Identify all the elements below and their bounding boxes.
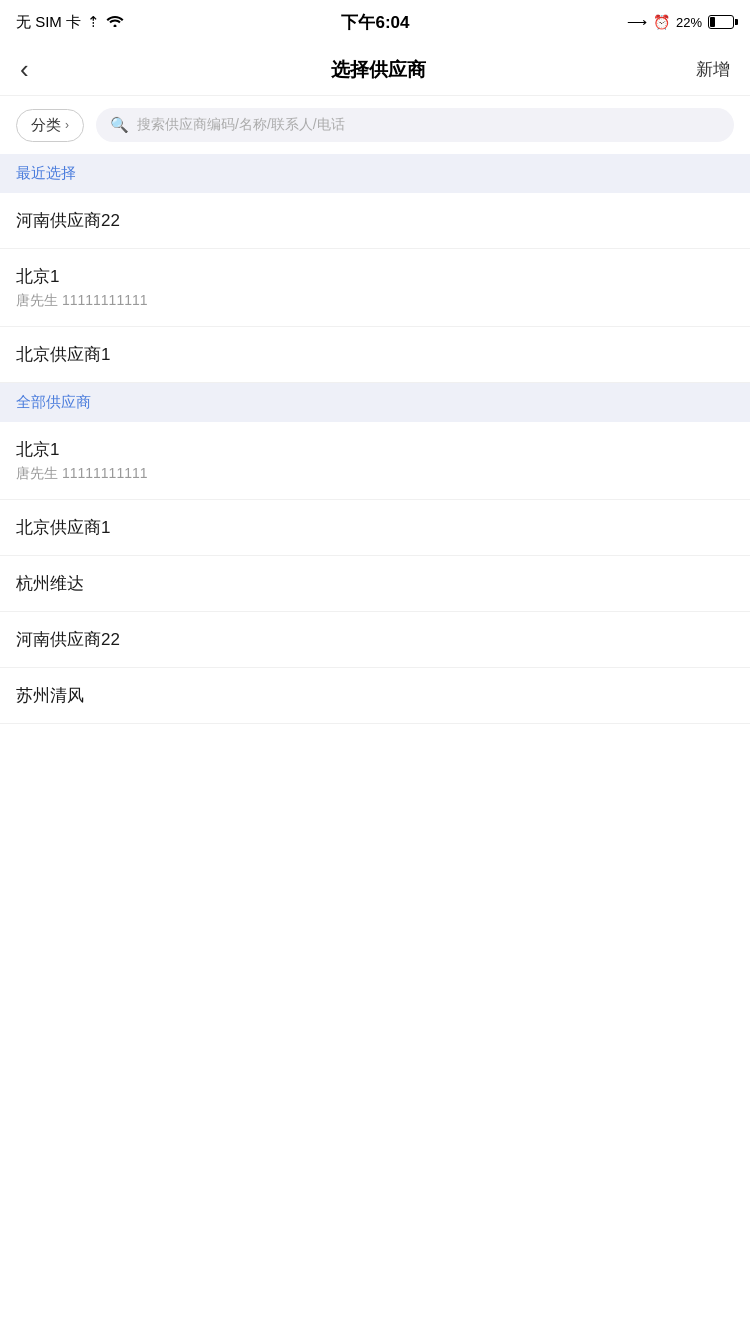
supplier-name: 北京供应商1 <box>16 343 734 366</box>
search-icon: 🔍 <box>110 116 129 134</box>
supplier-name: 河南供应商22 <box>16 628 734 651</box>
category-label: 分类 <box>31 116 61 135</box>
wifi-signal <box>106 13 124 31</box>
supplier-contact: 唐先生 11111111111 <box>16 465 734 483</box>
sim-label: 无 SIM 卡 <box>16 13 81 32</box>
svg-point-0 <box>114 25 117 28</box>
section-label-all: 全部供应商 <box>16 393 91 410</box>
back-button[interactable]: ‹ <box>20 54 60 85</box>
search-box[interactable]: 🔍 搜索供应商编码/名称/联系人/电话 <box>96 108 734 142</box>
search-placeholder: 搜索供应商编码/名称/联系人/电话 <box>137 116 345 134</box>
alarm-icon: ⏰ <box>653 14 670 30</box>
status-time: 下午6:04 <box>341 11 409 34</box>
list-item[interactable]: 北京供应商1 <box>0 500 750 556</box>
location-icon: ⟶ <box>627 14 647 30</box>
list-item[interactable]: 河南供应商22 <box>0 612 750 668</box>
status-left: 无 SIM 卡 ⇡ <box>16 13 124 32</box>
list-item[interactable]: 北京供应商1 <box>0 327 750 383</box>
list-item[interactable]: 北京1 唐先生 11111111111 <box>0 422 750 500</box>
section-label-recent: 最近选择 <box>16 164 76 181</box>
wifi-icon: ⇡ <box>87 13 100 31</box>
supplier-name: 北京1 <box>16 265 734 288</box>
chevron-right-icon: › <box>65 118 69 132</box>
nav-bar: ‹ 选择供应商 新增 <box>0 44 750 96</box>
filter-bar: 分类 › 🔍 搜索供应商编码/名称/联系人/电话 <box>0 96 750 154</box>
battery-percent: 22% <box>676 15 702 30</box>
add-button[interactable]: 新增 <box>696 58 730 81</box>
list-item[interactable]: 北京1 唐先生 11111111111 <box>0 249 750 327</box>
section-header-recent: 最近选择 <box>0 154 750 193</box>
list-item[interactable]: 苏州清风 <box>0 668 750 724</box>
supplier-name: 杭州维达 <box>16 572 734 595</box>
section-header-all: 全部供应商 <box>0 383 750 422</box>
list-item[interactable]: 河南供应商22 <box>0 193 750 249</box>
content-area: 最近选择河南供应商22 北京1 唐先生 11111111111 北京供应商1 全部供应商… <box>0 154 750 724</box>
status-right: ⟶ ⏰ 22% <box>627 14 734 30</box>
supplier-name: 北京供应商1 <box>16 516 734 539</box>
status-bar: 无 SIM 卡 ⇡ 下午6:04 ⟶ ⏰ 22% <box>0 0 750 44</box>
supplier-name: 苏州清风 <box>16 684 734 707</box>
supplier-name: 河南供应商22 <box>16 209 734 232</box>
page-title: 选择供应商 <box>331 57 426 83</box>
supplier-name: 北京1 <box>16 438 734 461</box>
category-filter-button[interactable]: 分类 › <box>16 109 84 142</box>
supplier-contact: 唐先生 11111111111 <box>16 292 734 310</box>
list-item[interactable]: 杭州维达 <box>0 556 750 612</box>
battery-icon <box>708 15 734 29</box>
